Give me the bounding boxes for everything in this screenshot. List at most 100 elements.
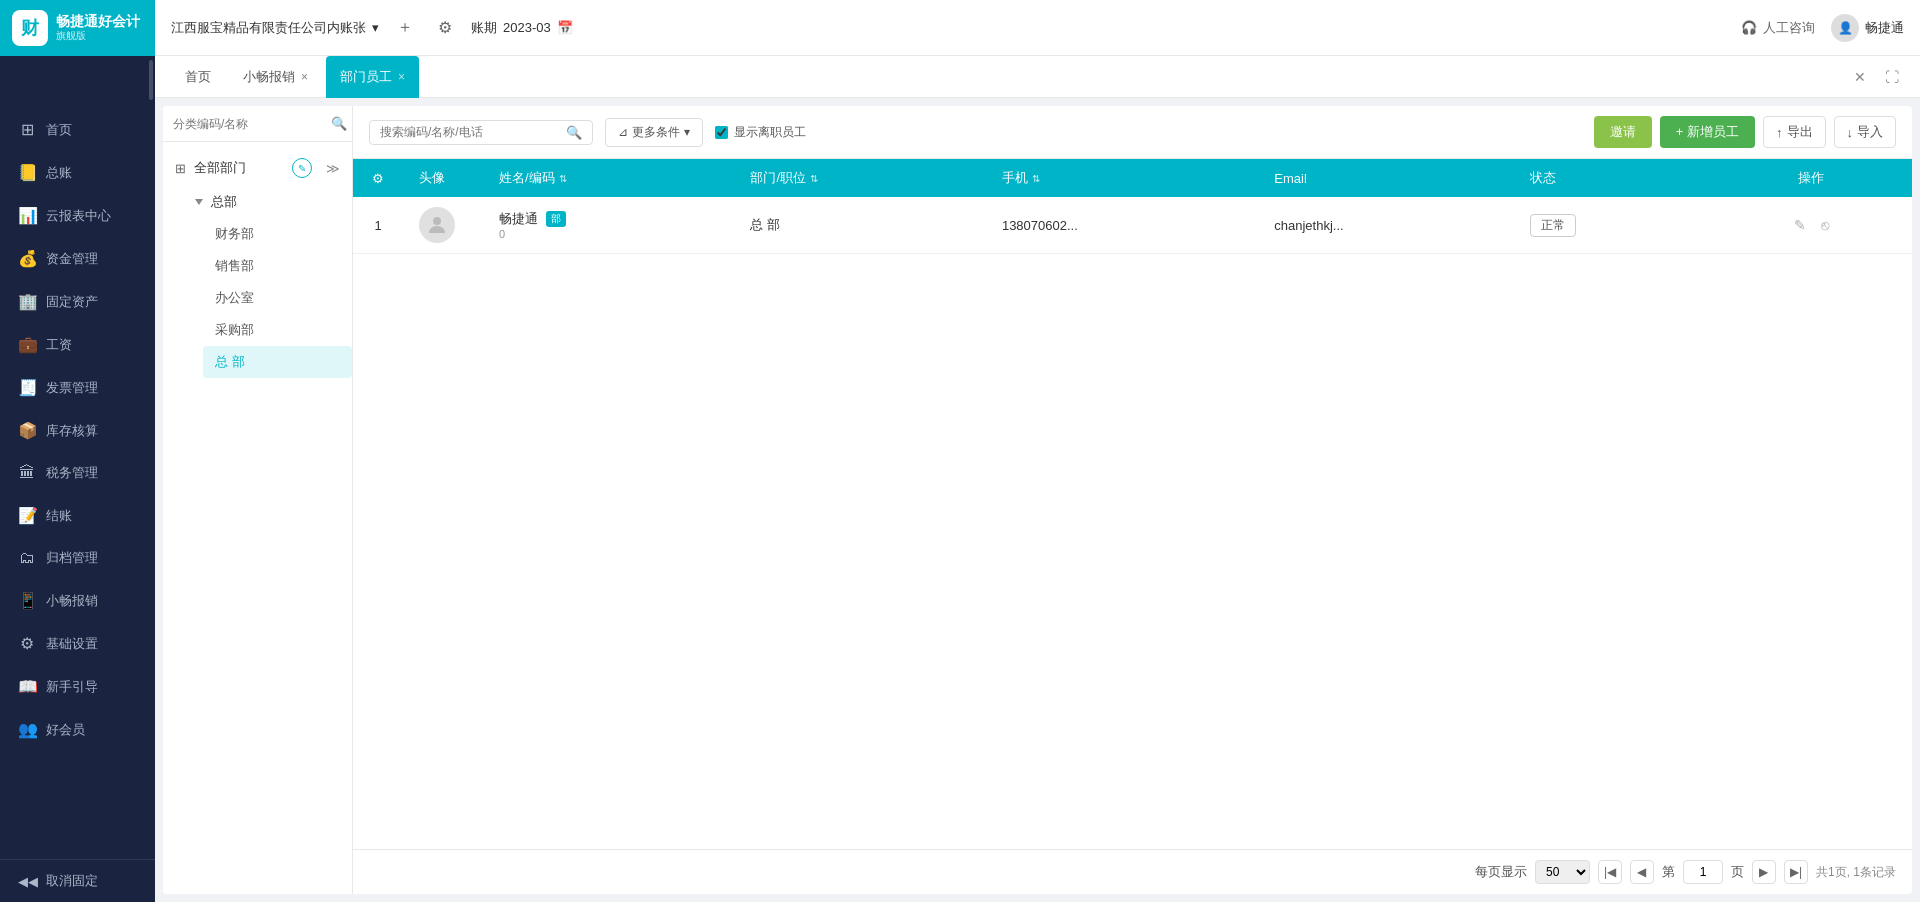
- tabs-actions: ✕ ⛶: [1848, 65, 1904, 89]
- sidebar-item-funds[interactable]: 💰 资金管理: [0, 237, 155, 280]
- all-departments-item[interactable]: ⊞ 全部部门 ✎ ≫: [163, 150, 352, 186]
- toolbar-right: 邀请 + 新增员工 ↑ 导出 ↓ 导入: [1594, 116, 1896, 148]
- expense-icon: 📱: [18, 591, 36, 610]
- home-icon: ⊞: [18, 120, 36, 139]
- prev-page-button[interactable]: ◀: [1630, 860, 1654, 884]
- row-email-cell: chanjethkj...: [1258, 197, 1514, 254]
- sidebar-item-home[interactable]: ⊞ 首页: [0, 108, 155, 151]
- dept-item-finance[interactable]: 财务部: [203, 218, 352, 250]
- page-number-input[interactable]: [1683, 860, 1723, 884]
- dept-head-zongbu[interactable]: 总部: [183, 186, 352, 218]
- sidebar-item-tax[interactable]: 🏛 税务管理: [0, 452, 155, 494]
- last-page-button[interactable]: ▶|: [1784, 860, 1808, 884]
- employee-search-icon[interactable]: 🔍: [566, 125, 582, 140]
- sidebar-item-reports[interactable]: 📊 云报表中心: [0, 194, 155, 237]
- sidebar-item-assets[interactable]: 🏢 固定资产: [0, 280, 155, 323]
- sidebar-item-salary-label: 工资: [46, 336, 72, 354]
- sidebar-item-archive-label: 归档管理: [46, 549, 98, 567]
- user-menu[interactable]: 👤 畅捷通: [1831, 14, 1904, 42]
- dept-search-box: 🔍: [163, 106, 352, 142]
- show-resigned-checkbox-label[interactable]: 显示离职员工: [715, 124, 806, 141]
- employee-dept-badge: 部: [546, 211, 566, 227]
- phone-sort-icon[interactable]: ⇅: [1032, 173, 1040, 184]
- dept-item-sales[interactable]: 销售部: [203, 250, 352, 282]
- add-company-button[interactable]: ＋: [391, 14, 419, 42]
- sidebar-item-home-label: 首页: [46, 121, 72, 139]
- add-employee-button[interactable]: + 新增员工: [1660, 116, 1755, 148]
- row-name-cell: 畅捷通 部 0: [483, 197, 734, 254]
- sidebar-item-salary[interactable]: 💼 工资: [0, 323, 155, 366]
- tax-icon: 🏛: [18, 464, 36, 482]
- dept-item-purchase[interactable]: 采购部: [203, 314, 352, 346]
- dept-sales-label: 销售部: [215, 257, 254, 275]
- sidebar-item-invoice[interactable]: 🧾 发票管理: [0, 366, 155, 409]
- company-selector[interactable]: 江西服宝精品有限责任公司内账张 ▾: [171, 19, 379, 37]
- settings-icon: ⚙: [18, 634, 36, 653]
- sidebar-item-guide[interactable]: 📖 新手引导: [0, 665, 155, 708]
- page-total: 共1页, 1条记录: [1816, 864, 1896, 881]
- settings-button[interactable]: ⚙: [431, 14, 459, 42]
- pin-icon: ◀◀: [18, 874, 38, 889]
- employee-table-container: ⚙ 头像 姓名/编码⇅ 部门/职位⇅ 手机⇅: [353, 159, 1912, 849]
- tab-expense[interactable]: 小畅报销 ×: [229, 56, 322, 98]
- edit-employee-button[interactable]: ✎: [1788, 215, 1812, 235]
- sidebar-item-expense[interactable]: 📱 小畅报销: [0, 579, 155, 622]
- sidebar-item-inventory[interactable]: 📦 库存核算: [0, 409, 155, 452]
- table-settings-icon[interactable]: ⚙: [372, 171, 384, 186]
- show-resigned-checkbox[interactable]: [715, 126, 728, 139]
- import-label: 导入: [1857, 123, 1883, 141]
- sidebar-item-closing[interactable]: 📝 结账: [0, 494, 155, 537]
- dept-search-input[interactable]: [173, 117, 323, 131]
- sidebar-item-archive[interactable]: 🗂 归档管理: [0, 537, 155, 579]
- sidebar-item-member[interactable]: 👥 好会员: [0, 708, 155, 751]
- invite-button[interactable]: 邀请: [1594, 116, 1652, 148]
- sidebar-item-ledger[interactable]: 📒 总账: [0, 151, 155, 194]
- dept-item-general[interactable]: 总 部: [203, 346, 352, 378]
- sidebar-unpin-button[interactable]: ◀◀ 取消固定: [0, 859, 155, 902]
- dept-tree: ⊞ 全部部门 ✎ ≫ 总部 财务部: [163, 142, 352, 894]
- pagination: 每页显示 50 100 200 |◀ ◀ 第 页 ▶ ▶| 共1页, 1条记录: [353, 849, 1912, 894]
- logo-title: 畅捷通好会计: [56, 13, 140, 30]
- tab-home[interactable]: 首页: [171, 56, 225, 98]
- expand-icon: [195, 199, 203, 205]
- tab-employees[interactable]: 部门员工 ×: [326, 56, 419, 98]
- consult-label: 人工咨询: [1763, 19, 1815, 37]
- next-page-button[interactable]: ▶: [1752, 860, 1776, 884]
- sidebar-item-reports-label: 云报表中心: [46, 207, 111, 225]
- first-page-button[interactable]: |◀: [1598, 860, 1622, 884]
- export-button[interactable]: ↑ 导出: [1763, 116, 1826, 148]
- dept-search-icon[interactable]: 🔍: [331, 116, 347, 131]
- import-button[interactable]: ↓ 导入: [1834, 116, 1897, 148]
- sidebar-item-ledger-label: 总账: [46, 164, 72, 182]
- consult-button[interactable]: 🎧 人工咨询: [1741, 19, 1815, 37]
- sidebar-item-guide-label: 新手引导: [46, 678, 98, 696]
- sidebar-footer-label: 取消固定: [46, 872, 98, 890]
- page-size-select[interactable]: 50 100 200: [1535, 860, 1590, 884]
- tab-expense-close[interactable]: ×: [301, 70, 308, 84]
- maximize-tab-button[interactable]: ⛶: [1880, 65, 1904, 89]
- collapse-icon[interactable]: ≫: [326, 161, 340, 176]
- dept-finance-label: 财务部: [215, 225, 254, 243]
- row-status-cell: 正常: [1514, 197, 1711, 254]
- filter-arrow-icon: ▾: [684, 125, 690, 139]
- employee-status: 正常: [1530, 214, 1576, 237]
- dept-sort-icon[interactable]: ⇅: [810, 173, 818, 184]
- dept-edit-button[interactable]: ✎: [292, 158, 312, 178]
- svg-point-0: [433, 217, 441, 225]
- sidebar-item-inventory-label: 库存核算: [46, 422, 98, 440]
- row-avatar-cell: [403, 197, 483, 254]
- table-header: ⚙ 头像 姓名/编码⇅ 部门/职位⇅ 手机⇅: [353, 159, 1912, 197]
- more-filter-button[interactable]: ⊿ 更多条件 ▾: [605, 118, 703, 147]
- dept-item-office[interactable]: 办公室: [203, 282, 352, 314]
- dept-office-label: 办公室: [215, 289, 254, 307]
- employee-search-input[interactable]: [380, 125, 560, 139]
- calendar-icon[interactable]: 📅: [557, 20, 573, 35]
- close-tab-button[interactable]: ✕: [1848, 65, 1872, 89]
- tab-employees-close[interactable]: ×: [398, 70, 405, 84]
- logo-text-block: 畅捷通好会计 旗舰版: [56, 13, 140, 44]
- employee-name: 畅捷通: [499, 210, 538, 228]
- sidebar-item-settings[interactable]: ⚙ 基础设置: [0, 622, 155, 665]
- name-sort-icon[interactable]: ⇅: [559, 173, 567, 184]
- dept-zongbu-label: 总部: [211, 193, 237, 211]
- delete-employee-button[interactable]: ⎋: [1815, 215, 1835, 235]
